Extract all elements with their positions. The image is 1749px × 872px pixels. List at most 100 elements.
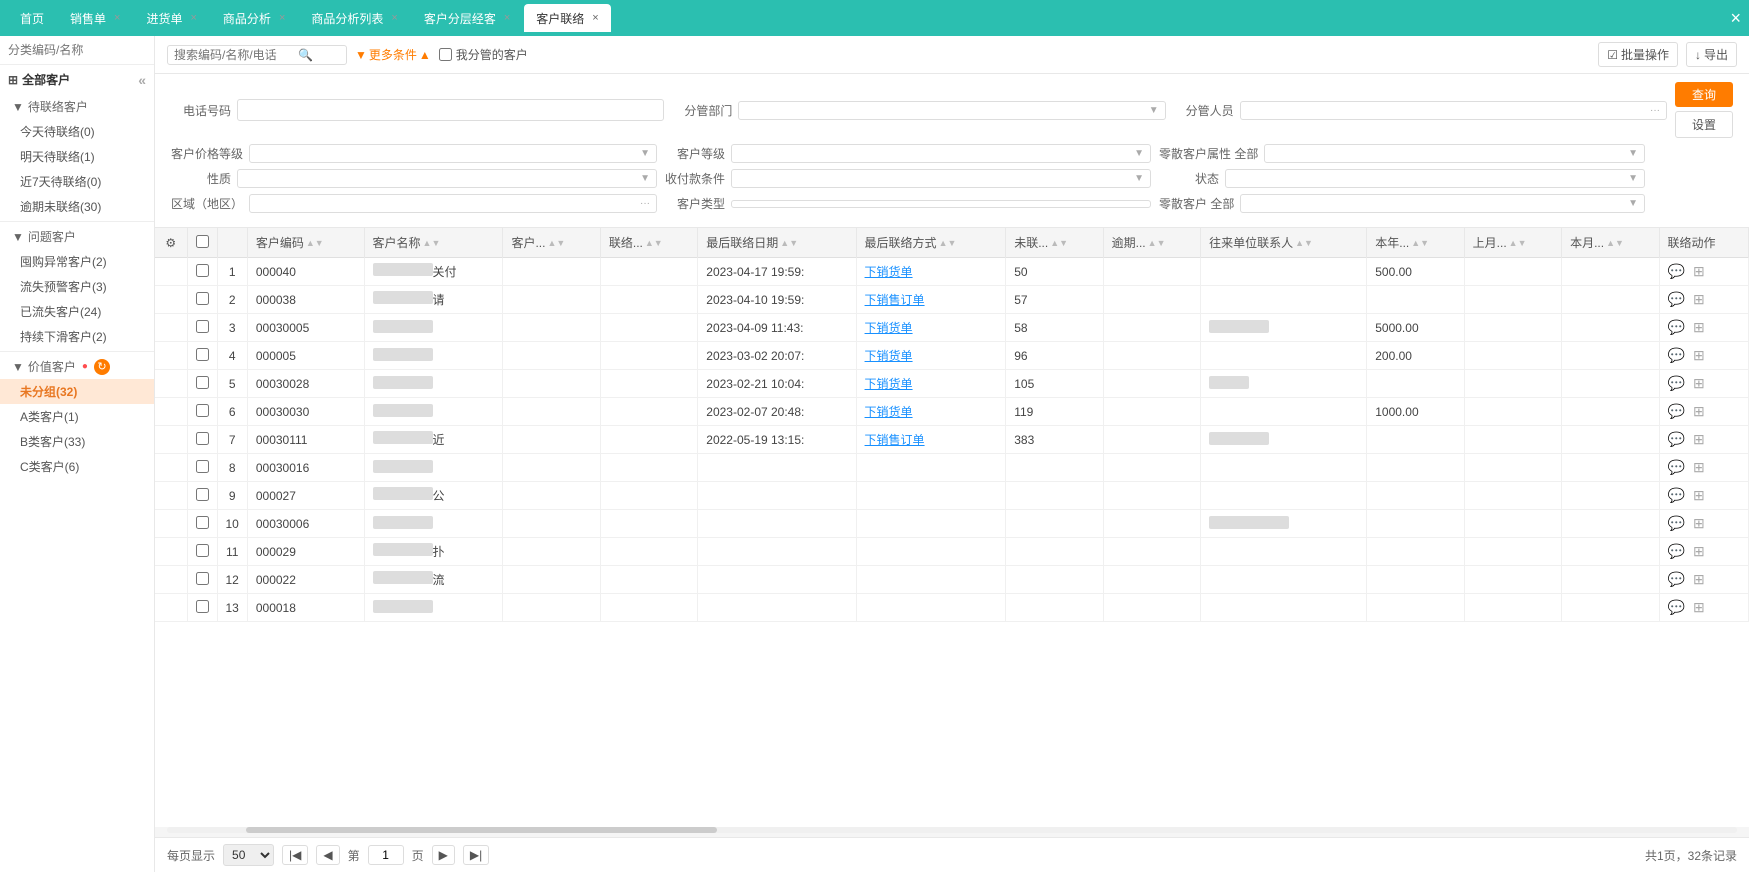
sidebar-item-overdue-contact[interactable]: 逾期未联络(30) — [0, 194, 154, 219]
horizontal-scrollbar[interactable] — [167, 827, 1737, 833]
more-conditions-btn[interactable]: ▼ 更多条件 ▲ — [355, 46, 431, 63]
tab-product-analysis-list[interactable]: 商品分析列表 × — [299, 4, 409, 32]
filter-customer-type-select[interactable] — [731, 200, 1151, 208]
message-action-icon[interactable]: 💬 — [1668, 263, 1685, 280]
sidebar-item-class-a[interactable]: A类客户(1) — [0, 404, 154, 429]
grid-action-icon[interactable]: ⊞ — [1693, 431, 1705, 448]
sidebar-item-unclassified[interactable]: 未分组(32) — [0, 379, 154, 404]
next-page-btn[interactable]: ▶ — [432, 845, 455, 865]
sidebar-collapse-icon[interactable]: « — [138, 72, 146, 88]
message-action-icon[interactable]: 💬 — [1668, 347, 1685, 364]
sidebar-item-declining[interactable]: 持续下滑客户(2) — [0, 324, 154, 349]
contact-method-link[interactable]: 下销售订单 — [865, 433, 925, 447]
row-checkbox[interactable] — [196, 600, 209, 613]
refresh-icon[interactable]: ↻ — [94, 359, 110, 375]
export-btn[interactable]: ↓ 导出 — [1686, 42, 1737, 67]
filter-search-icon[interactable]: 🔍 — [298, 48, 313, 62]
grid-action-icon[interactable]: ⊞ — [1693, 263, 1705, 280]
tab-purchase[interactable]: 进货单 × — [134, 4, 208, 32]
contact-method-link[interactable]: 下销货单 — [865, 321, 913, 335]
col-overdue[interactable]: 逾期...▲▼ — [1103, 228, 1200, 258]
filter-retail-attr-select[interactable]: ▼ — [1264, 144, 1645, 163]
my-customers-checkbox[interactable] — [439, 48, 452, 61]
message-action-icon[interactable]: 💬 — [1668, 403, 1685, 420]
sidebar-item-today-pending[interactable]: 今天待联络(0) — [0, 119, 154, 144]
message-action-icon[interactable]: 💬 — [1668, 487, 1685, 504]
query-button[interactable]: 查询 — [1675, 82, 1733, 107]
col-related-contact[interactable]: 往来单位联系人▲▼ — [1201, 228, 1367, 258]
grid-action-icon[interactable]: ⊞ — [1693, 375, 1705, 392]
col-last-month[interactable]: 上月...▲▼ — [1464, 228, 1561, 258]
sidebar-item-class-b[interactable]: B类客户(33) — [0, 429, 154, 454]
first-page-btn[interactable]: |◀ — [282, 845, 308, 865]
close-all-button[interactable]: × — [1730, 8, 1741, 29]
row-checkbox[interactable] — [196, 432, 209, 445]
sidebar-item-churned[interactable]: 已流失客户(24) — [0, 299, 154, 324]
tab-home[interactable]: 首页 — [8, 4, 56, 32]
prev-page-btn[interactable]: ◀ — [316, 845, 339, 865]
filter-phone-input[interactable] — [237, 99, 664, 121]
sidebar-group-value[interactable]: ▼ 价值客户 ● ↻ — [0, 354, 154, 379]
grid-action-icon[interactable]: ⊞ — [1693, 543, 1705, 560]
last-page-btn[interactable]: ▶| — [463, 845, 489, 865]
col-last-contact-method[interactable]: 最后联络方式▲▼ — [856, 228, 1006, 258]
col-gear[interactable]: ⚙ — [155, 228, 187, 258]
grid-action-icon[interactable]: ⊞ — [1693, 347, 1705, 364]
sidebar-group-pending[interactable]: ▼ 待联络客户 — [0, 94, 154, 119]
filter-payment-select[interactable]: ▼ — [731, 169, 1151, 188]
filter-dept-select[interactable]: ▼ — [738, 101, 1165, 120]
tab-purchase-close[interactable]: × — [190, 12, 196, 24]
grid-action-icon[interactable]: ⊞ — [1693, 403, 1705, 420]
filter-nature-select[interactable]: ▼ — [237, 169, 657, 188]
message-action-icon[interactable]: 💬 — [1668, 599, 1685, 616]
filter-manager-select[interactable]: ··· — [1240, 101, 1667, 120]
grid-action-icon[interactable]: ⊞ — [1693, 291, 1705, 308]
row-checkbox[interactable] — [196, 572, 209, 585]
tab-customer-contact-close[interactable]: × — [592, 12, 598, 24]
message-action-icon[interactable]: 💬 — [1668, 431, 1685, 448]
message-action-icon[interactable]: 💬 — [1668, 291, 1685, 308]
all-customers-header[interactable]: ⊞ 全部客户 « — [0, 65, 154, 94]
row-checkbox[interactable] — [196, 292, 209, 305]
contact-method-link[interactable]: 下销货单 — [865, 377, 913, 391]
message-action-icon[interactable]: 💬 — [1668, 543, 1685, 560]
row-checkbox[interactable] — [196, 376, 209, 389]
row-checkbox[interactable] — [196, 320, 209, 333]
batch-operation-btn[interactable]: ☑ 批量操作 — [1598, 42, 1678, 67]
page-input[interactable] — [368, 845, 404, 865]
select-all-checkbox[interactable] — [196, 235, 209, 248]
grid-action-icon[interactable]: ⊞ — [1693, 487, 1705, 504]
sidebar-group-problem[interactable]: ▼ 问题客户 — [0, 224, 154, 249]
col-checkbox-all[interactable] — [187, 228, 217, 258]
sidebar-item-abnormal[interactable]: 囤购异常客户(2) — [0, 249, 154, 274]
tab-product-analysis-close[interactable]: × — [279, 12, 285, 24]
grid-action-icon[interactable]: ⊞ — [1693, 459, 1705, 476]
sidebar-item-churn-warning[interactable]: 流失预警客户(3) — [0, 274, 154, 299]
per-page-select[interactable]: 50 100 — [223, 844, 274, 866]
col-name[interactable]: 客户名称▲▼ — [364, 228, 503, 258]
message-action-icon[interactable]: 💬 — [1668, 515, 1685, 532]
my-customers-checkbox-wrapper[interactable]: 我分管的客户 — [439, 46, 528, 63]
col-last-contact-date[interactable]: 最后联络日期▲▼ — [698, 228, 856, 258]
message-action-icon[interactable]: 💬 — [1668, 375, 1685, 392]
sidebar-item-class-c[interactable]: C类客户(6) — [0, 454, 154, 479]
row-checkbox[interactable] — [196, 488, 209, 501]
contact-method-link[interactable]: 下销货单 — [865, 265, 913, 279]
tab-product-analysis[interactable]: 商品分析 × — [211, 4, 297, 32]
grid-action-icon[interactable]: ⊞ — [1693, 319, 1705, 336]
row-checkbox[interactable] — [196, 348, 209, 361]
filter-status-select[interactable]: ▼ — [1225, 169, 1645, 188]
sidebar-item-week-pending[interactable]: 近7天待联络(0) — [0, 169, 154, 194]
filter-price-grade-select[interactable]: ▼ — [249, 144, 657, 163]
tab-product-analysis-list-close[interactable]: × — [391, 12, 397, 24]
col-no-contact[interactable]: 未联...▲▼ — [1006, 228, 1103, 258]
row-checkbox[interactable] — [196, 516, 209, 529]
tab-customer-contact[interactable]: 客户联络 × — [524, 4, 610, 32]
grid-action-icon[interactable]: ⊞ — [1693, 571, 1705, 588]
filter-retail-customer-select[interactable]: ▼ — [1240, 194, 1645, 213]
filter-region-select[interactable]: ··· — [249, 194, 657, 213]
row-checkbox[interactable] — [196, 544, 209, 557]
col-code[interactable]: 客户编码▲▼ — [247, 228, 364, 258]
scrollbar-thumb[interactable] — [246, 827, 717, 833]
message-action-icon[interactable]: 💬 — [1668, 459, 1685, 476]
